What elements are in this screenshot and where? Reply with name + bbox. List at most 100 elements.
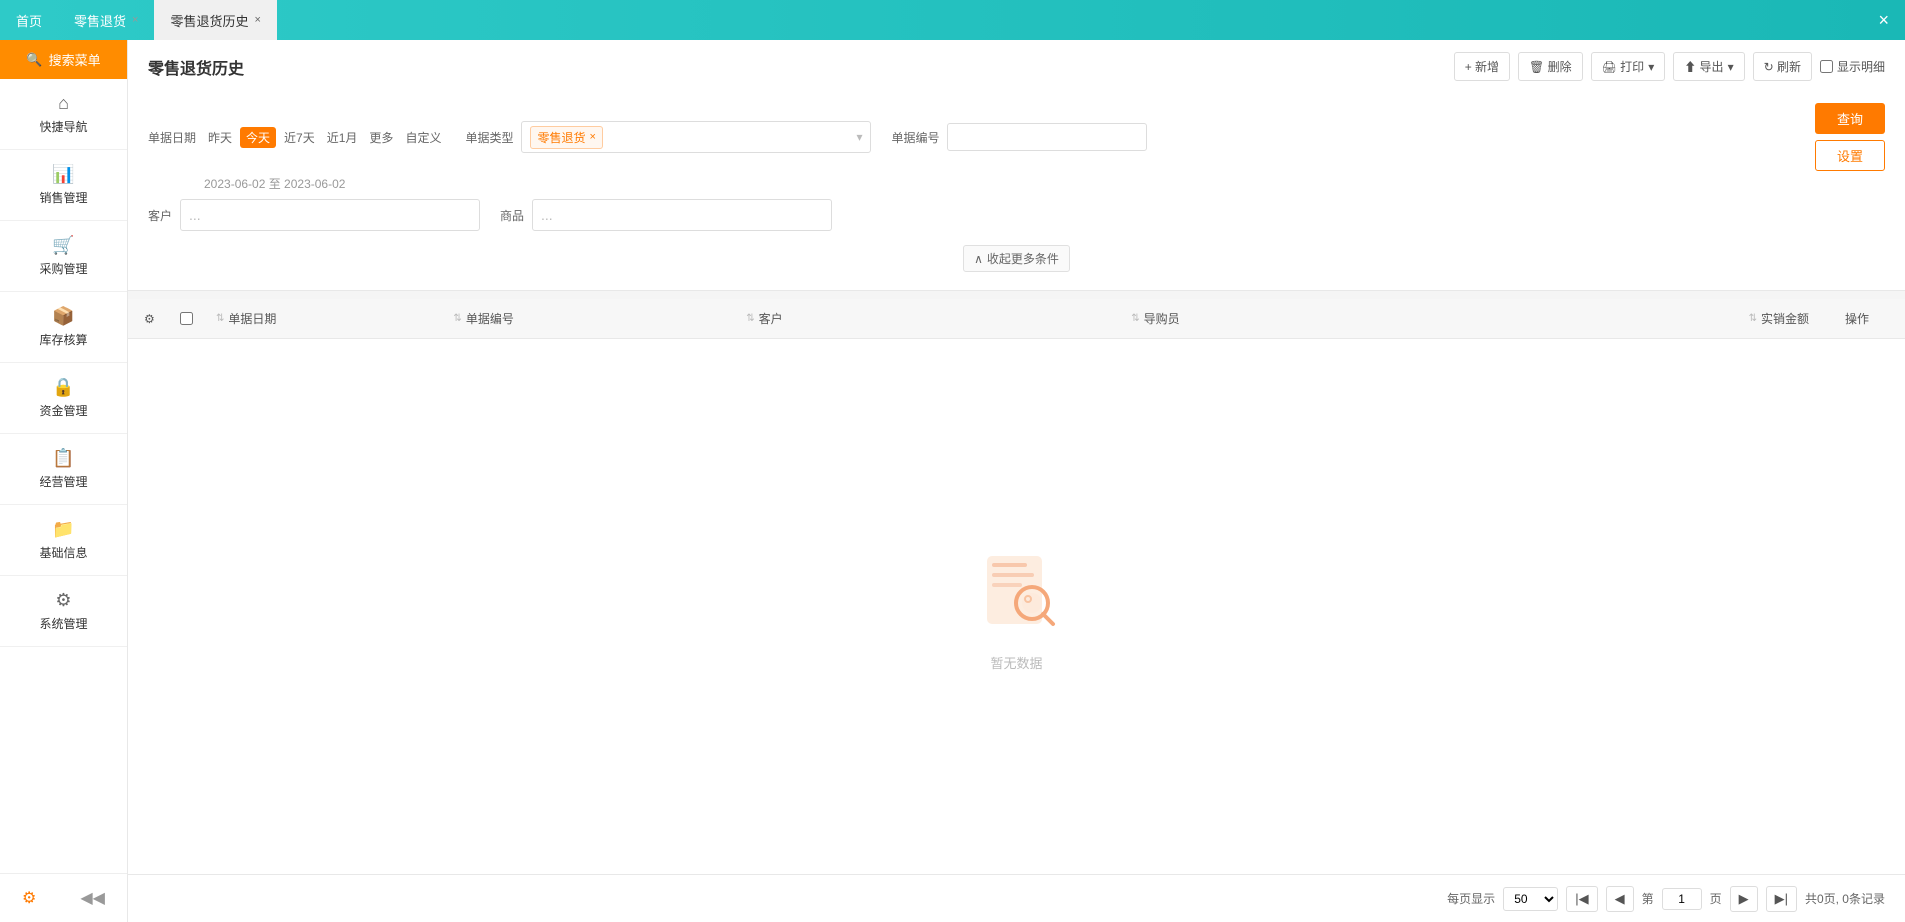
show-detail-checkbox[interactable]	[1820, 60, 1833, 73]
th-amount: ⇅ 实销金额	[1617, 310, 1818, 327]
sidebar-item-operations-label: 经营管理	[39, 473, 87, 490]
th-date-label: 单据日期	[228, 310, 276, 327]
collapse-button[interactable]: ∧ 收起更多条件	[963, 245, 1070, 272]
date-opt-custom[interactable]: 自定义	[401, 127, 445, 148]
sidebar-item-system-mgmt-label: 系统管理	[39, 615, 87, 632]
sidebar-item-quick-nav-label: 快捷导航	[39, 118, 87, 135]
first-page-button[interactable]: |◀	[1566, 886, 1597, 912]
th-num-sort-icon[interactable]: ⇅	[453, 313, 461, 324]
th-check[interactable]	[172, 312, 208, 325]
empty-text: 暂无数据	[990, 653, 1042, 672]
customer-ellipsis: ...	[189, 207, 201, 223]
th-amount-sort-icon[interactable]: ⇅	[1749, 313, 1757, 324]
sidebar-item-finance[interactable]: 🔒 资金管理	[0, 363, 127, 434]
date-opt-today[interactable]: 今天	[240, 127, 276, 148]
print-chevron-icon: ▾	[1648, 60, 1654, 74]
customer-label: 客户	[148, 207, 172, 224]
th-num-label: 单据编号	[466, 310, 514, 327]
export-label: ⬆ 导出	[1684, 58, 1723, 75]
sidebar-item-basic-info[interactable]: 📁 基础信息	[0, 505, 127, 576]
date-filter-label: 单据日期	[148, 129, 196, 146]
sidebar-item-system-mgmt[interactable]: ⚙ 系统管理	[0, 576, 127, 647]
action-buttons: 查询 设置	[1815, 103, 1885, 171]
print-label: 🖨 打印	[1602, 58, 1645, 75]
prev-page-button[interactable]: ◀	[1606, 886, 1634, 912]
th-guide-sort-icon[interactable]: ⇅	[1131, 313, 1139, 324]
doc-type-select[interactable]: 零售退货 × ▾	[521, 121, 871, 153]
page-title: 零售退货历史	[148, 55, 244, 79]
filter-row-1: 单据日期 昨天 今天 近7天 近1月 更多 自定义 单据类型	[148, 103, 1885, 171]
date-range-display: 2023-06-02 至 2023-06-02	[204, 177, 345, 191]
date-opt-yesterday[interactable]: 昨天	[204, 127, 236, 148]
th-num: ⇅ 单据编号	[445, 310, 738, 327]
customer-select[interactable]: ...	[180, 199, 480, 231]
page-title-row: 零售退货历史 + 新增 🗑 删除 🖨 打印 ▾ ⬆ 导出 ▾ ↻ 刷新	[148, 52, 1885, 81]
sidebar-item-sales-mgmt[interactable]: 📊 销售管理	[0, 150, 127, 221]
goods-filter-group: 商品 ...	[500, 199, 832, 231]
date-options: 昨天 今天 近7天 近1月 更多 自定义	[204, 127, 445, 148]
settings-icon: ⚙	[144, 312, 155, 326]
next-page-button[interactable]: ▶	[1730, 886, 1758, 912]
doc-type-tag-close[interactable]: ×	[589, 131, 595, 143]
total-records: 共0页, 0条记录	[1805, 890, 1885, 907]
sidebar-search[interactable]: 🔍 搜索菜单	[0, 40, 127, 79]
th-amount-label: 实销金额	[1761, 310, 1809, 327]
sidebar-item-inventory[interactable]: 📦 库存核算	[0, 292, 127, 363]
clipboard-icon: 📋	[52, 448, 74, 469]
sidebar-search-label: 搜索菜单	[49, 50, 101, 69]
home-icon: ⌂	[58, 93, 69, 114]
refresh-button[interactable]: ↻ 刷新	[1753, 52, 1812, 81]
page-number-input[interactable]	[1662, 888, 1702, 910]
sidebar-settings-btn[interactable]: ⚙	[14, 884, 44, 912]
add-button[interactable]: + 新增	[1454, 52, 1510, 81]
per-page-label: 每页显示	[1447, 890, 1495, 907]
query-button[interactable]: 查询	[1815, 103, 1885, 134]
per-page-select[interactable]: 50 100 200	[1503, 887, 1558, 911]
gear-icon: ⚙	[55, 590, 71, 611]
doc-num-label: 单据编号	[891, 129, 939, 146]
doc-type-chevron-icon: ▾	[856, 130, 862, 144]
page-label: 第	[1642, 890, 1654, 907]
tab-retail-return-close[interactable]: ×	[132, 14, 138, 26]
sidebar-item-purchase-mgmt-label: 采购管理	[39, 260, 87, 277]
show-detail-text: 显示明细	[1837, 58, 1885, 75]
show-detail-label[interactable]: 显示明细	[1820, 58, 1885, 75]
goods-label: 商品	[500, 207, 524, 224]
date-opt-7days[interactable]: 近7天	[280, 127, 319, 148]
th-settings[interactable]: ⚙	[136, 312, 172, 326]
date-opt-more[interactable]: 更多	[365, 127, 397, 148]
doc-num-input[interactable]	[947, 123, 1147, 151]
window-close-button[interactable]: ×	[1862, 10, 1905, 31]
delete-button[interactable]: 🗑 删除	[1518, 52, 1583, 81]
th-customer-sort-icon[interactable]: ⇅	[746, 313, 754, 324]
th-date: ⇅ 单据日期	[208, 310, 445, 327]
last-page-button[interactable]: ▶|	[1766, 886, 1797, 912]
th-date-sort-icon[interactable]: ⇅	[216, 313, 224, 324]
doc-num-filter-group: 单据编号	[891, 123, 1147, 151]
tab-retail-return-history[interactable]: 零售退货历史 ×	[154, 0, 276, 40]
sidebar-bottom: ⚙ ◀◀	[0, 873, 127, 922]
sidebar-item-quick-nav[interactable]: ⌂ 快捷导航	[0, 79, 127, 150]
export-button[interactable]: ⬆ 导出 ▾	[1673, 52, 1744, 81]
tab-home[interactable]: 首页	[0, 0, 58, 40]
print-button[interactable]: 🖨 打印 ▾	[1591, 52, 1666, 81]
tab-retail-return[interactable]: 零售退货 ×	[58, 0, 154, 40]
doc-type-tag: 零售退货 ×	[530, 126, 602, 149]
sidebar-item-inventory-label: 库存核算	[39, 331, 87, 348]
goods-select[interactable]: ...	[532, 199, 832, 231]
setting-button[interactable]: 设置	[1815, 140, 1885, 171]
th-action-label: 操作	[1845, 310, 1869, 327]
collapse-up-icon: ∧	[974, 252, 983, 266]
tab-retail-return-history-close[interactable]: ×	[254, 14, 260, 26]
th-action: 操作	[1817, 310, 1897, 327]
lock-icon: 🔒	[52, 377, 74, 398]
sidebar: 🔍 搜索菜单 ⌂ 快捷导航 📊 销售管理 🛒 采购管理 📦 库存核算 🔒 资金管…	[0, 40, 128, 922]
date-opt-1month[interactable]: 近1月	[323, 127, 362, 148]
sidebar-item-operations[interactable]: 📋 经营管理	[0, 434, 127, 505]
select-all-checkbox[interactable]	[180, 312, 193, 325]
table-header: ⚙ ⇅ 单据日期 ⇅ 单据编号 ⇅ 客户 ⇅	[128, 299, 1905, 339]
empty-icon	[967, 541, 1067, 641]
sidebar-item-purchase-mgmt[interactable]: 🛒 采购管理	[0, 221, 127, 292]
doc-type-filter-group: 单据类型 零售退货 × ▾	[465, 121, 871, 153]
sidebar-collapse-btn[interactable]: ◀◀	[72, 884, 113, 912]
